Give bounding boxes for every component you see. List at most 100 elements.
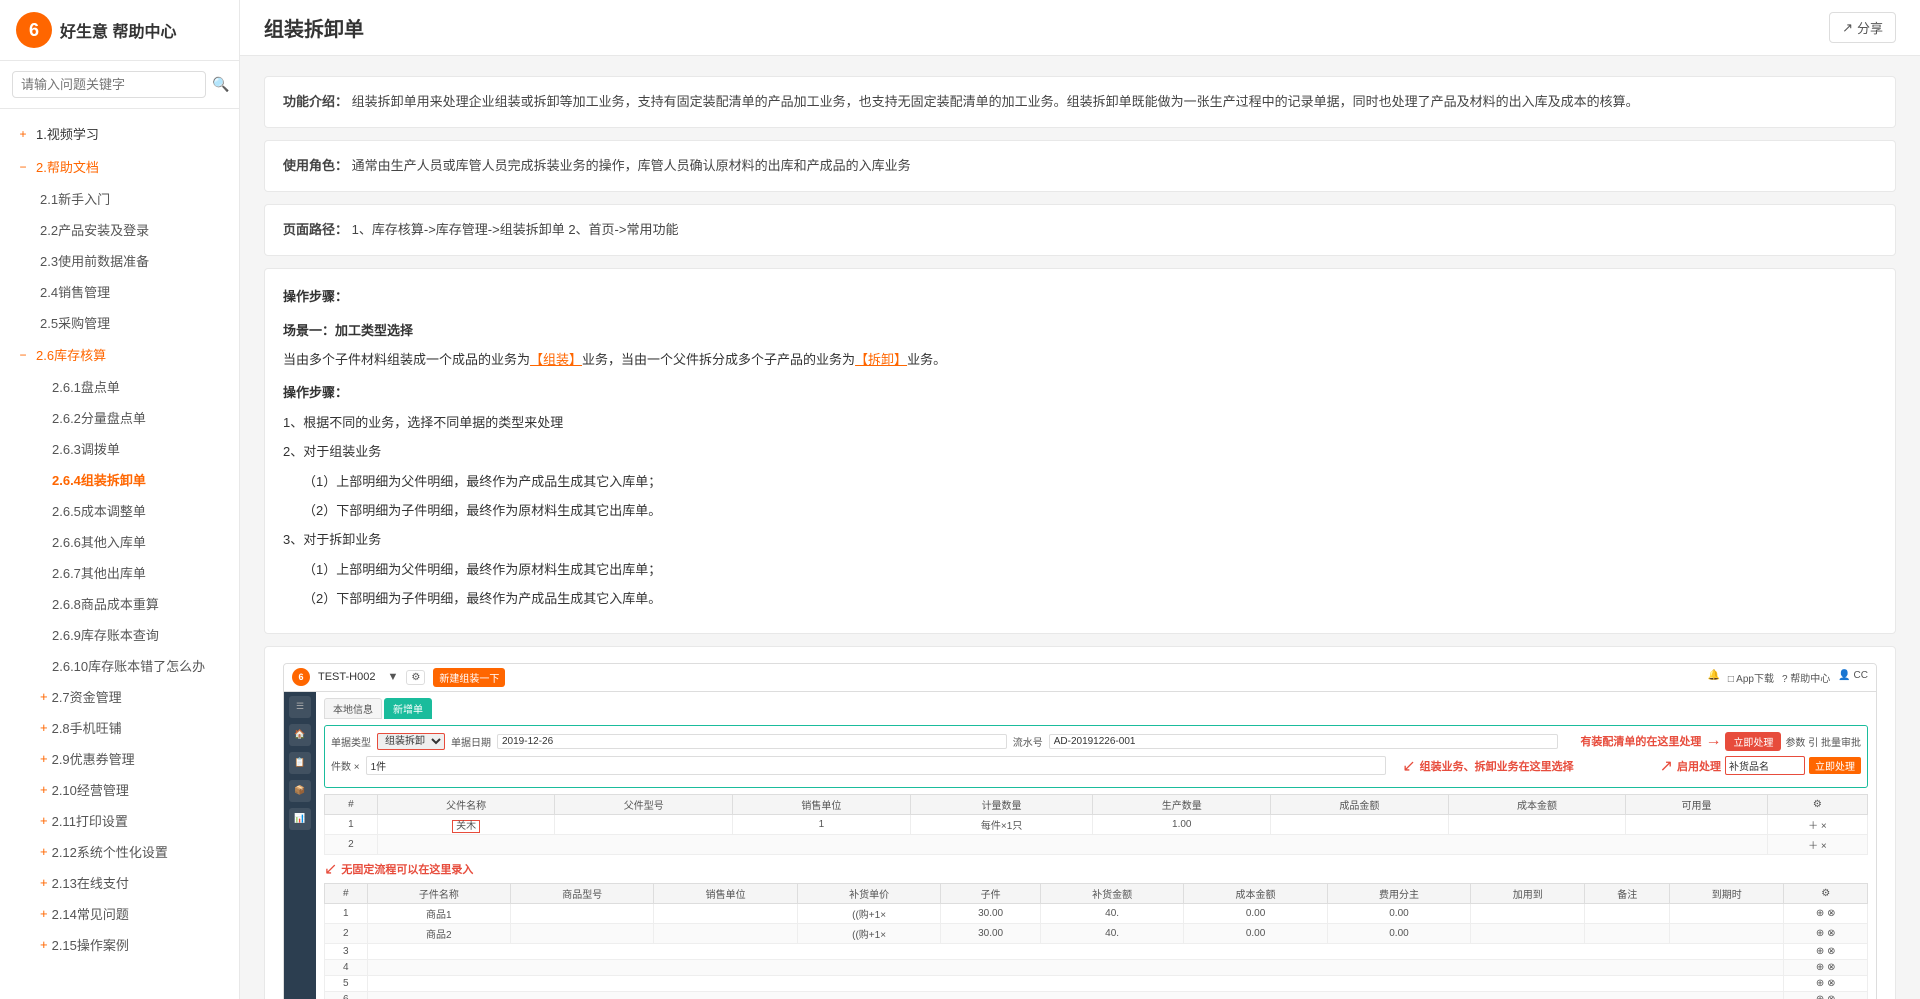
td-prod-qty: 1.00	[1093, 814, 1271, 834]
sidebar-item-268[interactable]: 2.6.8商品成本重算	[0, 588, 239, 619]
mock-search-input[interactable]: 补货品名	[1725, 756, 1805, 775]
sidebar-item-264[interactable]: 2.6.4组装拆卸单	[0, 464, 239, 495]
path-section: 页面路径： 1、库存核算->库存管理->组装拆卸单 2、首页->常用功能	[264, 204, 1896, 256]
minus-icon-inventory: −	[16, 348, 30, 362]
mock-th-num: #	[325, 794, 378, 814]
sidebar-item-266[interactable]: 2.6.6其他入库单	[0, 526, 239, 557]
sidebar-item-print[interactable]: +2.11打印设置	[0, 805, 239, 836]
sidebar-item-custom[interactable]: +2.12系统个性化设置	[0, 836, 239, 867]
mock-billno-input: AD-20191226-001	[1049, 734, 1559, 749]
path-text: 1、库存核算->库存管理->组装拆卸单 2、首页->常用功能	[352, 222, 679, 237]
mock-search-btn[interactable]: 立即处理	[1809, 757, 1861, 774]
search-input[interactable]	[12, 71, 206, 98]
sidebar-item-finance[interactable]: +2.7资金管理	[0, 681, 239, 712]
td-name: 关木	[377, 814, 555, 834]
steps-section: 操作步骤： 场景一：加工类型选择 当由多个子件材料组装成一个成品的业务为【组装】…	[264, 268, 1896, 633]
mock-nav-icon-3: 📋	[289, 752, 311, 774]
td2-fee-1: 0.00	[1327, 903, 1470, 923]
mock-tab-list[interactable]: 本地信息	[324, 698, 382, 719]
sidebar-item-ops[interactable]: +2.10经营管理	[0, 774, 239, 805]
td2-empty-5	[367, 975, 1784, 991]
mock-nav-icon-1: ☰	[289, 696, 311, 718]
table-row: 2 ＋ ×	[325, 834, 1868, 854]
mock-th2-op: ⚙	[1784, 883, 1868, 903]
plus-icon: +	[16, 127, 30, 141]
annotation-1-text: 有装配清单的在这里处理	[1580, 733, 1701, 749]
link-disassembly[interactable]: 【拆卸】	[855, 352, 907, 367]
steps-title: 操作步骤：	[283, 285, 1877, 308]
td2-op-2: ⊕ ⊗	[1784, 923, 1868, 943]
sidebar-item-coupon[interactable]: +2.9优惠券管理	[0, 743, 239, 774]
sidebar-item-data-prep[interactable]: 2.3使用前数据准备	[0, 245, 239, 276]
role-label: 使用角色：	[283, 158, 348, 173]
intro-label: 功能介绍：	[283, 94, 348, 109]
annotation-2-text: 组装业务、拆卸业务在这里选择	[1420, 758, 1574, 774]
mock-th2-use: 加用到	[1471, 883, 1585, 903]
mock-new-btn[interactable]: 新建组装一下	[433, 668, 505, 687]
mock-bell-icon: 🔔	[1707, 670, 1719, 685]
mock-th2-fee: 费用分主	[1327, 883, 1470, 903]
sidebar-item-265[interactable]: 2.6.5成本调整单	[0, 495, 239, 526]
td-cost-amt	[1448, 814, 1626, 834]
td2-num-2: 2	[325, 923, 368, 943]
td2-expire-2	[1670, 923, 1784, 943]
td2-child-1: 30.00	[941, 903, 1041, 923]
td2-cost-2: 0.00	[1184, 923, 1327, 943]
sidebar-item-new-user[interactable]: 2.1新手入门	[0, 183, 239, 214]
sidebar-item-case[interactable]: +2.15操作案例	[0, 929, 239, 960]
mock-main-content: 本地信息 新增单 单据类型 组装拆卸 单据日期 2019-12	[316, 692, 1876, 999]
sidebar-item-263[interactable]: 2.6.3调拨单	[0, 433, 239, 464]
annotation-3-arrow: ↗	[1660, 756, 1673, 776]
sidebar-item-purchase[interactable]: 2.5采购管理	[0, 307, 239, 338]
annotation-4-area: ↙ 无固定流程可以在这里录入	[324, 859, 1868, 879]
table-row: 5 ⊕ ⊗	[325, 975, 1868, 991]
share-button[interactable]: ↗ 分享	[1829, 12, 1896, 43]
sidebar-item-267[interactable]: 2.6.7其他出库单	[0, 557, 239, 588]
mock-immediate-btn[interactable]: 立即处理	[1725, 732, 1781, 751]
sidebar-item-269[interactable]: 2.6.9库存账本查询	[0, 619, 239, 650]
sidebar: 6 好生意 帮助中心 🔍 + 1.视频学习 − 2.帮助文档 2.1新手入门 2…	[0, 0, 240, 999]
mock-th-prod-qty: 生产数量	[1093, 794, 1271, 814]
td2-empty-6	[367, 991, 1784, 999]
mock-form-row-2: 件数 × 1件 ↙ 组装业务、拆卸业务在这里选择 ↗	[331, 756, 1861, 776]
mock-type-select[interactable]: 组装拆卸	[377, 733, 445, 750]
td2-num-6: 6	[325, 991, 368, 999]
table-row: 6 ⊕ ⊗	[325, 991, 1868, 999]
td-model	[555, 814, 733, 834]
sidebar-item-video[interactable]: + 1.视频学习	[0, 117, 239, 150]
mock-count-input: 1件	[366, 756, 1387, 775]
sidebar-header: 6 好生意 帮助中心	[0, 0, 239, 61]
annotation-1-area: 有装配清单的在这里处理 → 立即处理 参数 引 批量审批	[1580, 732, 1861, 751]
path-label: 页面路径：	[283, 222, 348, 237]
mock-th-parent-name: 父件名称	[377, 794, 555, 814]
mock-table-parent: # 父件名称 父件型号 销售单位 计量数量 生产数量 成品金额 成本金额 可用量	[324, 794, 1868, 855]
mock-label-count: 件数 ×	[331, 758, 360, 773]
sidebar-item-262[interactable]: 2.6.2分量盘点单	[0, 402, 239, 433]
scene1-desc: 当由多个子件材料组装成一个成品的业务为【组装】业务，当由一个父件拆分成多个子产品…	[283, 348, 1877, 371]
td-prod-amt	[1271, 814, 1449, 834]
sidebar-item-docs[interactable]: − 2.帮助文档	[0, 150, 239, 183]
sidebar-item-2610[interactable]: 2.6.10库存账本错了怎么办	[0, 650, 239, 681]
sidebar-item-faq[interactable]: +2.14常见问题	[0, 898, 239, 929]
mock-tabs: 本地信息 新增单	[324, 698, 1868, 719]
sidebar-item-mobile[interactable]: +2.8手机旺铺	[0, 712, 239, 743]
sidebar-item-install[interactable]: 2.2产品安装及登录	[0, 214, 239, 245]
sidebar-item-261[interactable]: 2.6.1盘点单	[0, 371, 239, 402]
step3: 3、对于拆卸业务	[283, 528, 1877, 551]
td-available	[1626, 814, 1767, 834]
steps-label: 操作步骤：	[283, 381, 1877, 404]
screenshot-section: 6 TEST-H002 ▼ ⚙ 新建组装一下 🔔 □ App下载 ? 帮助中心 …	[264, 646, 1896, 999]
td-num: 1	[325, 814, 378, 834]
mock-th-cost-amt: 成本金额	[1448, 794, 1626, 814]
share-icon: ↗	[1842, 20, 1853, 36]
td2-name-1: 商品1	[367, 903, 510, 923]
sidebar-item-inventory[interactable]: − 2.6库存核算	[0, 338, 239, 371]
link-assembly[interactable]: 【组装】	[530, 352, 582, 367]
td-unit: 1	[733, 814, 911, 834]
sidebar-item-online-pay[interactable]: +2.13在线支付	[0, 867, 239, 898]
mock-tab-new[interactable]: 新增单	[384, 698, 432, 719]
mock-app-screenshot: 6 TEST-H002 ▼ ⚙ 新建组装一下 🔔 □ App下载 ? 帮助中心 …	[283, 663, 1877, 999]
search-button[interactable]: 🔍	[212, 76, 229, 93]
sidebar-item-sales[interactable]: 2.4销售管理	[0, 276, 239, 307]
td2-amt-2: 40.	[1040, 923, 1183, 943]
